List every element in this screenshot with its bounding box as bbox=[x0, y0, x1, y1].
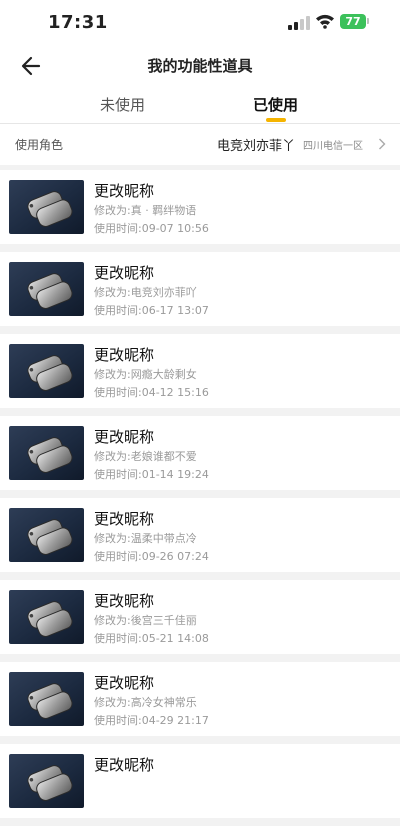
status-bar: 17:31 77 bbox=[0, 0, 400, 46]
item-title: 更改昵称 bbox=[94, 428, 155, 446]
role-server: 四川电信一区 bbox=[303, 141, 363, 152]
rename-card-thumbnail bbox=[9, 672, 84, 726]
rename-card-thumbnail bbox=[9, 590, 84, 644]
battery-level: 77 bbox=[345, 15, 361, 28]
list-item[interactable]: 更改昵称 修改为:高冷女神常乐 使用时间:04-29 21:17 bbox=[0, 662, 400, 736]
item-changed-to: 修改为:电竞刘亦菲吖 bbox=[94, 286, 197, 299]
item-title: 更改昵称 bbox=[94, 674, 155, 692]
item-changed-to: 修改为:温柔中带点冷 bbox=[94, 532, 197, 545]
used-items-list: 更改昵称 修改为:真 · 羁绊物语 使用时间:09-07 10:56 更改昵称 … bbox=[0, 170, 400, 826]
item-used-time: 使用时间:04-12 15:16 bbox=[94, 386, 209, 399]
rename-card-thumbnail bbox=[9, 754, 84, 808]
item-used-time: 使用时间:01-14 19:24 bbox=[94, 468, 209, 481]
item-used-time: 使用时间:09-07 10:56 bbox=[94, 222, 209, 235]
battery-tip bbox=[367, 18, 369, 24]
list-item[interactable]: 更改昵称 修改为:後宫三千佳丽 使用时间:05-21 14:08 bbox=[0, 580, 400, 654]
cellular-signal-icon bbox=[288, 16, 310, 30]
item-changed-to: 修改为:後宫三千佳丽 bbox=[94, 614, 197, 627]
battery-icon: 77 bbox=[340, 14, 366, 29]
page-title: 我的功能性道具 bbox=[147, 57, 253, 75]
chevron-right-icon bbox=[379, 138, 386, 150]
tab-bar: 未使用 已使用 bbox=[0, 86, 400, 122]
rename-card-thumbnail bbox=[9, 344, 84, 398]
item-title: 更改昵称 bbox=[94, 592, 155, 610]
rename-card-thumbnail bbox=[9, 426, 84, 480]
rename-card-thumbnail bbox=[9, 262, 84, 316]
item-changed-to: 修改为:网瘾大龄剩女 bbox=[94, 368, 197, 381]
item-title: 更改昵称 bbox=[94, 756, 155, 774]
item-changed-to: 修改为:老娘谁都不爱 bbox=[94, 450, 197, 463]
list-item[interactable]: 更改昵称 修改为:老娘谁都不爱 使用时间:01-14 19:24 bbox=[0, 416, 400, 490]
tab-used[interactable]: 已使用 bbox=[253, 94, 298, 115]
item-used-time: 使用时间:09-26 07:24 bbox=[94, 550, 209, 563]
status-time: 17:31 bbox=[48, 12, 108, 33]
item-changed-to: 修改为:高冷女神常乐 bbox=[94, 696, 197, 709]
item-title: 更改昵称 bbox=[94, 182, 155, 200]
rename-card-thumbnail bbox=[9, 508, 84, 562]
item-title: 更改昵称 bbox=[94, 264, 155, 282]
role-name: 电竞刘亦菲丫 bbox=[217, 139, 296, 154]
wifi-icon bbox=[316, 14, 334, 29]
list-item[interactable]: 更改昵称 修改为:真 · 羁绊物语 使用时间:09-07 10:56 bbox=[0, 170, 400, 244]
list-item[interactable]: 更改昵称 bbox=[0, 744, 400, 818]
item-used-time: 使用时间:04-29 21:17 bbox=[94, 714, 209, 727]
item-title: 更改昵称 bbox=[94, 510, 155, 528]
item-title: 更改昵称 bbox=[94, 346, 155, 364]
list-item[interactable]: 更改昵称 修改为:电竞刘亦菲吖 使用时间:06-17 13:07 bbox=[0, 252, 400, 326]
item-used-time: 使用时间:05-21 14:08 bbox=[94, 632, 209, 645]
role-selector[interactable]: 使用角色 电竞刘亦菲丫 四川电信一区 bbox=[0, 123, 400, 165]
role-label: 使用角色 bbox=[15, 138, 64, 152]
list-item[interactable]: 更改昵称 修改为:网瘾大龄剩女 使用时间:04-12 15:16 bbox=[0, 334, 400, 408]
rename-card-thumbnail bbox=[9, 180, 84, 234]
item-changed-to: 修改为:真 · 羁绊物语 bbox=[94, 204, 197, 217]
navigation-bar: 我的功能性道具 bbox=[0, 46, 400, 86]
item-used-time: 使用时间:06-17 13:07 bbox=[94, 304, 209, 317]
active-tab-indicator bbox=[266, 118, 286, 122]
list-item[interactable]: 更改昵称 修改为:温柔中带点冷 使用时间:09-26 07:24 bbox=[0, 498, 400, 572]
tab-unused[interactable]: 未使用 bbox=[100, 94, 145, 115]
